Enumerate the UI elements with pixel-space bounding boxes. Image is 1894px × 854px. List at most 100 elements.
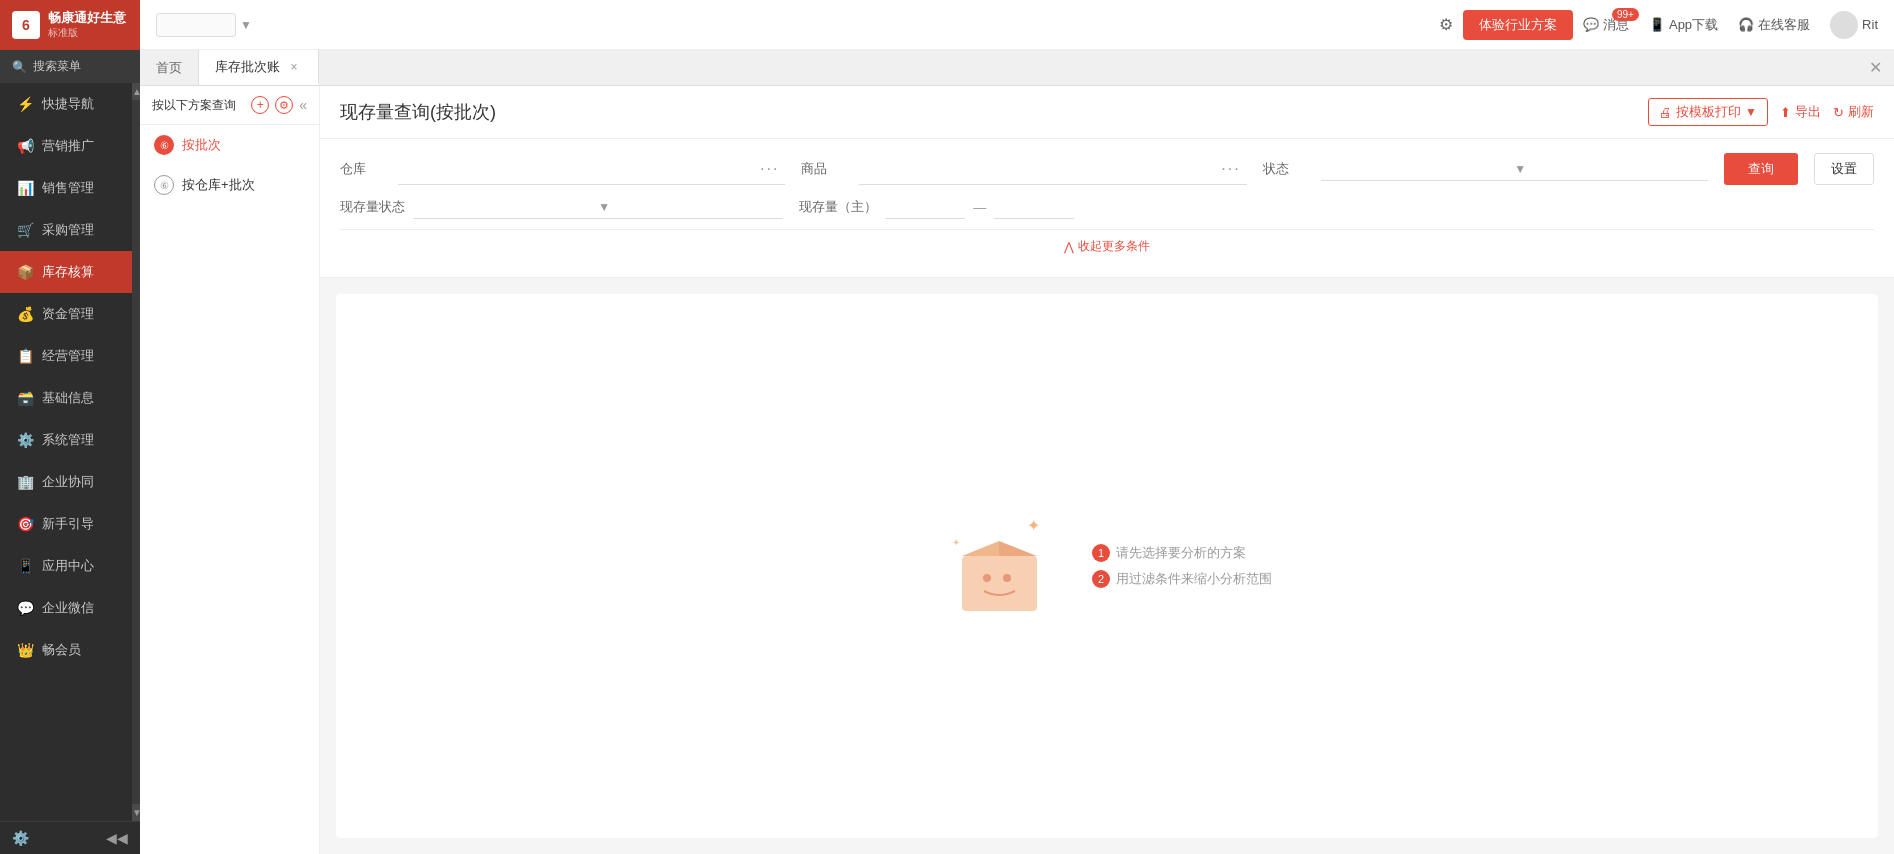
inventory-status-label: 现存量状态 [340,198,405,216]
breadcrumb-dropdown-icon[interactable]: ▼ [240,18,252,32]
sidebar-item-purchase[interactable]: 🛒 采购管理 [0,209,132,251]
by-batch-label: 按批次 [182,136,221,154]
sidebar-item-vip[interactable]: 👑 畅会员 [0,629,132,671]
sidebar-nav: ⚡ 快捷导航 📢 营销推广 📊 销售管理 🛒 采购管理 📦 库存核算 💰 [0,83,132,821]
sidebar-item-marketing[interactable]: 📢 营销推广 [0,125,132,167]
empty-hint-1: 1 请先选择要分析的方案 [1092,544,1272,562]
breadcrumb: ▼ [156,13,1429,37]
tab-close-btn[interactable]: × [286,59,302,75]
online-service-label: 在线客服 [1758,16,1810,34]
by-batch-icon: ⑥ [154,135,174,155]
sidebar-item-label: 库存核算 [42,263,94,281]
collapse-conditions-btn[interactable]: ⋀ 收起更多条件 [340,229,1874,263]
sidebar-item-label: 畅会员 [42,641,81,659]
system-icon: ⚙️ [16,431,34,449]
query-btn[interactable]: 查询 [1724,153,1798,185]
topbar-gear-icon[interactable]: ⚙ [1439,15,1453,34]
tab-inventory-batch[interactable]: 库存批次账 × [199,50,319,85]
add-scheme-btn[interactable]: + [251,96,269,114]
messages-btn[interactable]: 💬 消息 99+ [1583,16,1629,34]
inventory-icon: 📦 [16,263,34,281]
sidebar-item-label: 企业微信 [42,599,94,617]
sidebar-item-sales[interactable]: 📊 销售管理 [0,167,132,209]
scroll-down-btn[interactable]: ▼ [132,804,140,821]
hint-2-num: 2 [1092,570,1110,588]
empty-text-block: 1 请先选择要分析的方案 2 用过滤条件来缩小分析范围 [1092,544,1272,588]
scheme-by-warehouse-batch[interactable]: ⑥ 按仓库+批次 [140,165,319,205]
newbie-icon: 🎯 [16,515,34,533]
sidebar-item-apps[interactable]: 📱 应用中心 [0,545,132,587]
sidebar: 6 畅康通好生意 标准版 🔍 搜索菜单 ⚡ 快捷导航 📢 营销推广 📊 销售管理 [0,0,140,854]
status-select[interactable]: ▼ [1321,158,1708,181]
topbar: ▼ ⚙ 体验行业方案 💬 消息 99+ 📱 App下载 🎧 在线客服 Rit [140,0,1894,50]
inventory-status-filter: 现存量状态 ▼ [340,196,783,219]
sidebar-item-system[interactable]: ⚙️ 系统管理 [0,419,132,461]
tab-home[interactable]: 首页 [140,50,199,85]
left-panel-header: 按以下方案查询 + ⚙ « [140,86,319,125]
search-icon: 🔍 [12,60,27,74]
inventory-qty-to[interactable] [994,195,1074,219]
inventory-qty-filter: 现存量（主） — [799,195,1242,219]
export-icon: ⬆ [1780,105,1791,120]
warehouse-filter: 仓库 ··· [340,153,785,185]
sidebar-item-label: 系统管理 [42,431,94,449]
sidebar-search[interactable]: 🔍 搜索菜单 [0,50,140,83]
experience-btn[interactable]: 体验行业方案 [1463,10,1573,40]
inventory-qty-label: 现存量（主） [799,198,877,216]
sidebar-item-finance[interactable]: 💰 资金管理 [0,293,132,335]
marketing-icon: 📢 [16,137,34,155]
sidebar-item-newbie[interactable]: 🎯 新手引导 [0,503,132,545]
sidebar-scrollbar: ▲ ▼ [132,83,140,821]
product-input[interactable] [865,157,1221,180]
product-dots-btn[interactable]: ··· [1221,160,1240,178]
hint-1-text: 请先选择要分析的方案 [1116,544,1246,562]
print-btn[interactable]: 🖨 按模板打印 ▼ [1648,98,1768,126]
online-service-btn[interactable]: 🎧 在线客服 [1738,16,1810,34]
scheme-settings-btn[interactable]: ⚙ [275,96,293,114]
print-dropdown-icon[interactable]: ▼ [1745,105,1757,119]
sidebar-item-label: 资金管理 [42,305,94,323]
collapse-up-icon: ⋀ [1064,240,1074,254]
tabbar: 首页 库存批次账 × ✕ [140,50,1894,86]
empty-illustration: ✦ ✦ [942,506,1062,626]
export-btn[interactable]: ⬆ 导出 [1780,103,1821,121]
sidebar-item-enterprise[interactable]: 🏢 企业协同 [0,461,132,503]
vip-icon: 👑 [16,641,34,659]
sidebar-item-label: 快捷导航 [42,95,94,113]
empty-content: ✦ ✦ 1 请先选择要分析的方案 2 用过滤条件来缩小分析范围 [942,506,1272,626]
hint-2-text: 用过滤条件来缩小分析范围 [1116,570,1272,588]
sidebar-item-basic-info[interactable]: 🗃️ 基础信息 [0,377,132,419]
svg-text:✦: ✦ [1027,517,1040,534]
product-filter: 商品 ··· [801,153,1246,185]
sidebar-settings-btn[interactable]: ⚙️ [12,830,29,846]
basic-info-icon: 🗃️ [16,389,34,407]
sidebar-item-quick-nav[interactable]: ⚡ 快捷导航 [0,83,132,125]
tabbar-close-all-btn[interactable]: ✕ [1857,50,1894,85]
sidebar-item-wechat[interactable]: 💬 企业微信 [0,587,132,629]
messages-icon: 💬 [1583,17,1599,32]
panel-collapse-icon[interactable]: « [299,97,307,113]
range-separator: — [973,200,986,215]
warehouse-input[interactable] [404,157,760,180]
app-download-label: App下载 [1669,16,1718,34]
export-btn-label: 导出 [1795,103,1821,121]
user-avatar-area[interactable]: Rit [1830,11,1878,39]
user-avatar [1830,11,1858,39]
refresh-btn[interactable]: ↻ 刷新 [1833,103,1874,121]
sidebar-item-inventory[interactable]: 📦 库存核算 [0,251,132,293]
settings-btn[interactable]: 设置 [1814,153,1874,185]
scroll-up-btn[interactable]: ▲ [132,83,140,100]
warehouse-dots-btn[interactable]: ··· [760,160,779,178]
operations-icon: 📋 [16,347,34,365]
breadcrumb-input[interactable] [156,13,236,37]
app-download-btn[interactable]: 📱 App下载 [1649,16,1718,34]
inventory-status-select[interactable]: ▼ [413,196,783,219]
inventory-qty-from[interactable] [885,195,965,219]
sidebar-collapse-btn[interactable]: ◀◀ [106,830,128,846]
refresh-icon: ↻ [1833,105,1844,120]
scheme-by-batch[interactable]: ⑥ 按批次 [140,125,319,165]
sidebar-item-operations[interactable]: 📋 经营管理 [0,335,132,377]
wechat-icon: 💬 [16,599,34,617]
product-label: 商品 [801,160,851,178]
print-icon: 🖨 [1659,105,1672,120]
